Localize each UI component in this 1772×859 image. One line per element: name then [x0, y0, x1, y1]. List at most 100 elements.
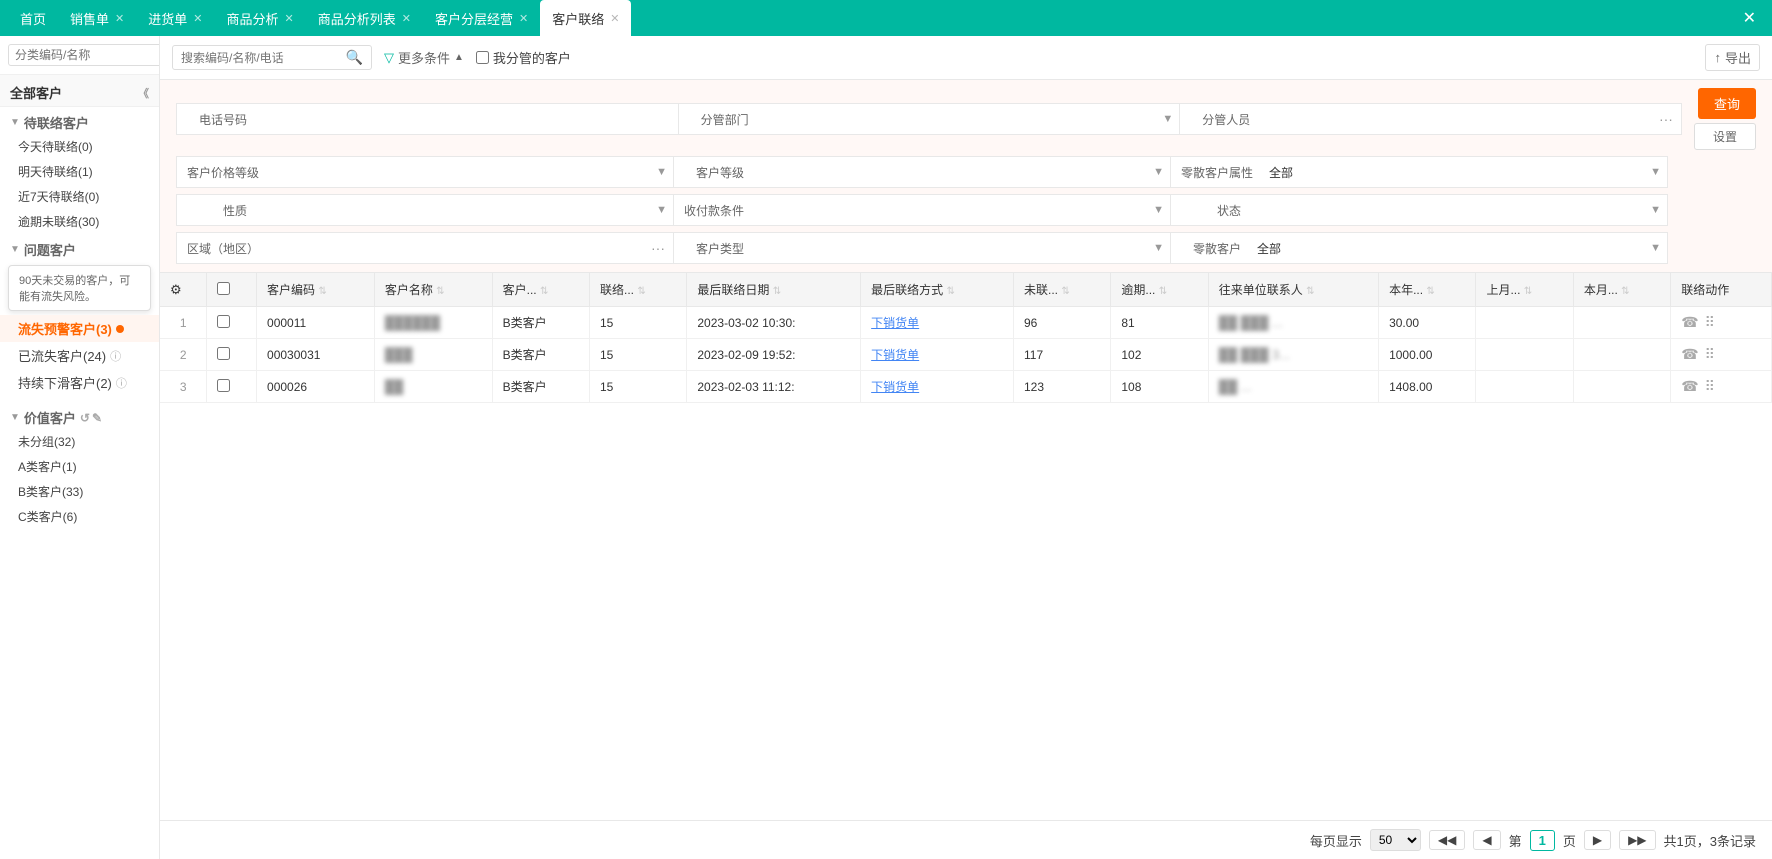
dept-select[interactable]: ▼	[759, 113, 1180, 125]
tab-customer-contact-close[interactable]: ✕	[610, 12, 619, 25]
select-all-checkbox[interactable]	[217, 282, 230, 295]
tab-purchase-close[interactable]: ✕	[193, 12, 202, 25]
row-more-icon[interactable]: ⠿	[1705, 346, 1715, 363]
tab-customer-tier[interactable]: 客户分层经营 ✕	[423, 0, 540, 36]
retail-customer-arrow-icon: ▼	[1650, 242, 1661, 254]
value-edit-icon[interactable]: ✎	[92, 411, 102, 425]
more-filter-button[interactable]: ▽ 更多条件 ▲	[384, 48, 464, 67]
next-page-button[interactable]: ▶	[1584, 830, 1611, 850]
col-last-date[interactable]: 最后联络日期 ⇅	[687, 273, 861, 307]
row-last-method[interactable]: 下销货单	[861, 371, 1014, 403]
customer-type-select[interactable]: ▼	[754, 242, 1170, 254]
sidebar-item-tomorrow[interactable]: 明天待联络(1)	[0, 159, 159, 184]
table-row: 1 000011 ██████ B类客户 15 2023-03-02 10:30…	[160, 307, 1772, 339]
col-type[interactable]: 客户... ⇅	[492, 273, 589, 307]
tab-sales[interactable]: 销售单 ✕	[58, 0, 136, 36]
sidebar-item-churn-warning[interactable]: 流失预警客户(3)	[0, 315, 159, 342]
col-this-month[interactable]: 本月... ⇅	[1573, 273, 1670, 307]
settings-button[interactable]: 设置	[1694, 123, 1756, 150]
retail-attr-select[interactable]: 全部 ▼	[1263, 164, 1667, 181]
row-last-method[interactable]: 下销货单	[861, 307, 1014, 339]
tab-product-analysis-close[interactable]: ✕	[285, 12, 294, 25]
col-code[interactable]: 客户编码 ⇅	[257, 273, 375, 307]
tab-purchase[interactable]: 进货单 ✕	[136, 0, 214, 36]
col-last-month[interactable]: 上月... ⇅	[1476, 273, 1573, 307]
row-last-method[interactable]: 下销货单	[861, 339, 1014, 371]
col-this-year[interactable]: 本年... ⇅	[1379, 273, 1476, 307]
col-checkbox[interactable]	[207, 273, 257, 307]
sidebar-item-lost[interactable]: 已流失客户(24) ⓘ	[0, 342, 159, 369]
sidebar-item-class-a[interactable]: A类客户(1)	[0, 454, 159, 479]
sidebar-collapse-icon[interactable]: 《	[138, 85, 149, 101]
phone-input[interactable]	[257, 108, 678, 130]
last-page-button[interactable]: ▶▶	[1619, 830, 1655, 850]
col-uncontacted[interactable]: 未联... ⇅	[1013, 273, 1110, 307]
customer-type-arrow-icon: ▼	[1153, 242, 1164, 254]
sidebar-item-today[interactable]: 今天待联络(0)	[0, 134, 159, 159]
customer-level-select[interactable]: ▼	[754, 166, 1170, 178]
prev-page-button[interactable]: ◀	[1473, 830, 1500, 850]
status-arrow-icon: ▼	[1650, 204, 1661, 216]
nature-select[interactable]: ▼	[257, 204, 673, 216]
sidebar-search-input[interactable]	[8, 44, 160, 66]
tab-sales-close[interactable]: ✕	[115, 12, 124, 25]
main-search-icon[interactable]: 🔍	[346, 49, 363, 66]
problem-customer-group[interactable]: ▼ 问题客户	[0, 234, 159, 261]
tab-product-analysis[interactable]: 商品分析 ✕	[214, 0, 305, 36]
retail-customer-select[interactable]: 全部 ▼	[1251, 240, 1667, 257]
row-contact-icon[interactable]: ☎	[1681, 346, 1698, 363]
tab-home[interactable]: 首页	[8, 0, 58, 36]
sidebar-item-ungrouped[interactable]: 未分组(32)	[0, 429, 159, 454]
all-customers-header[interactable]: 全部客户 《	[0, 75, 159, 107]
my-customers-checkbox[interactable]	[476, 51, 489, 64]
main-search-input[interactable]	[181, 51, 346, 65]
value-refresh-icon[interactable]: ↺	[80, 411, 90, 425]
tab-product-list[interactable]: 商品分析列表 ✕	[306, 0, 423, 36]
sidebar-item-declining[interactable]: 持续下滑客户(2) ⓘ	[0, 369, 159, 396]
export-button[interactable]: ↑ 导出	[1705, 44, 1760, 71]
manager-input[interactable]	[1260, 108, 1651, 130]
col-contact[interactable]: 联络... ⇅	[590, 273, 687, 307]
filter-row-3: 性质 ▼ 收付款条件 ▼ 状态	[176, 194, 1756, 226]
col-contact2[interactable]: 往来单位联系人 ⇅	[1208, 273, 1378, 307]
payment-select[interactable]: ▼	[754, 204, 1170, 216]
col-gear[interactable]: ⚙	[160, 273, 207, 307]
first-page-button[interactable]: ◀◀	[1429, 830, 1465, 850]
price-level-select[interactable]: ▼	[269, 166, 673, 178]
row-checkbox[interactable]	[207, 307, 257, 339]
row-contact: 15	[590, 371, 687, 403]
query-button[interactable]: 查询	[1698, 88, 1756, 119]
sidebar-item-overdue[interactable]: 逾期未联络(30)	[0, 209, 159, 234]
my-customers-filter[interactable]: 我分管的客户	[476, 48, 571, 67]
lastmonth-sort-icon: ⇅	[1524, 286, 1532, 297]
row-contact2: ██ ███ 3...	[1208, 339, 1378, 371]
row-checkbox[interactable]	[207, 339, 257, 371]
row-more-icon[interactable]: ⠿	[1705, 314, 1715, 331]
col-name[interactable]: 客户名称 ⇅	[374, 273, 492, 307]
row-contact-icon[interactable]: ☎	[1681, 314, 1698, 331]
window-close-button[interactable]: ✕	[1735, 4, 1764, 32]
sidebar-item-7days[interactable]: 近7天待联络(0)	[0, 184, 159, 209]
sidebar-item-class-b[interactable]: B类客户(33)	[0, 479, 159, 504]
row-more-icon[interactable]: ⠿	[1705, 378, 1715, 395]
region-more-icon[interactable]: ···	[643, 240, 673, 256]
tab-customer-contact[interactable]: 客户联络 ✕	[540, 0, 631, 36]
col-overdue[interactable]: 逾期... ⇅	[1111, 273, 1208, 307]
table-row: 2 00030031 ███ B类客户 15 2023-02-09 19:52:…	[160, 339, 1772, 371]
row-contact-icon[interactable]: ☎	[1681, 378, 1698, 395]
tab-customer-tier-close[interactable]: ✕	[519, 12, 528, 25]
row-checkbox[interactable]	[207, 371, 257, 403]
per-page-select[interactable]: 50 100	[1370, 829, 1421, 851]
status-select[interactable]: ▼	[1251, 204, 1667, 216]
row-type: B类客户	[492, 339, 589, 371]
pending-contact-group[interactable]: ▼ 待联络客户	[0, 107, 159, 134]
filter-payment: 收付款条件 ▼	[674, 194, 1171, 226]
manager-more-icon[interactable]: ···	[1651, 111, 1681, 127]
row-last-month	[1476, 307, 1573, 339]
tab-product-list-close[interactable]: ✕	[402, 12, 411, 25]
col-last-method[interactable]: 最后联络方式 ⇅	[861, 273, 1014, 307]
value-customer-group[interactable]: ▼ 价值客户 ↺ ✎	[0, 402, 159, 429]
filter-price-level: 客户价格等级 ▼	[176, 156, 674, 188]
region-input[interactable]	[269, 237, 643, 259]
sidebar-item-class-c[interactable]: C类客户(6)	[0, 504, 159, 529]
